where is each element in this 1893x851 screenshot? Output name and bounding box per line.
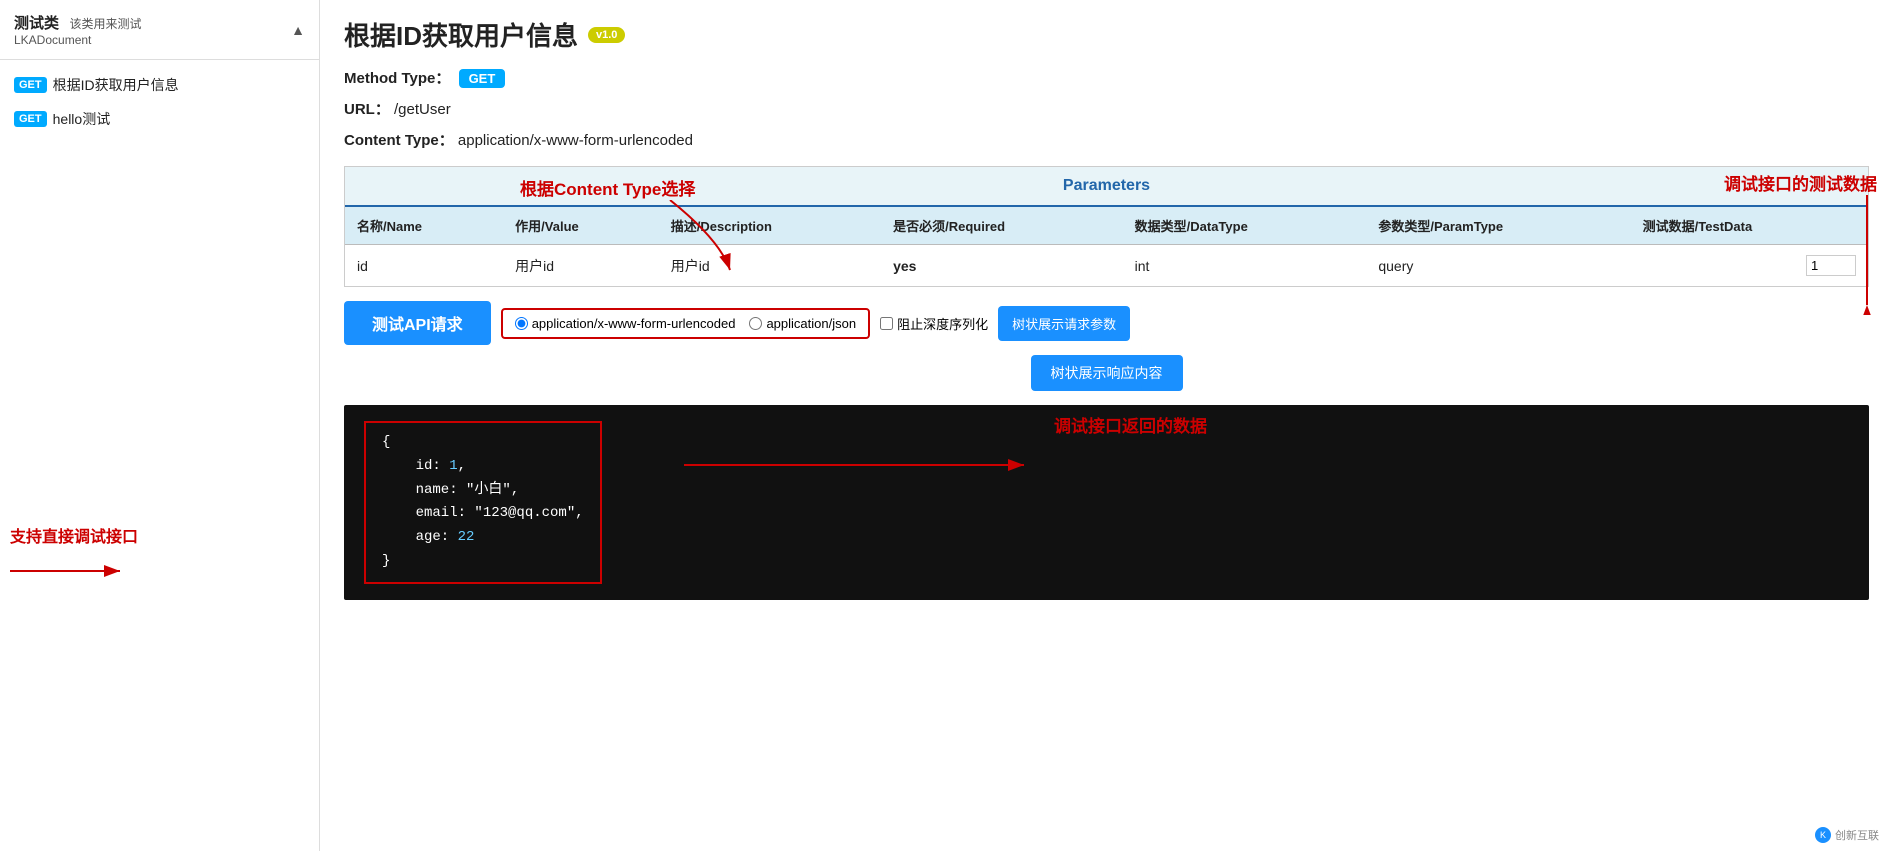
sidebar-header: 测试类 该类用来测试 LKADocument ▲ <box>0 0 319 60</box>
th-paramtype: 参数类型/ParamType <box>1366 207 1630 245</box>
action-row: 测试API请求 application/x-www-form-urlencode… <box>344 301 1869 345</box>
prevent-deep-serialize-input[interactable] <box>880 317 893 330</box>
prevent-deep-serialize-checkbox[interactable]: 阻止深度序列化 <box>880 314 988 333</box>
content-type-arrow-icon <box>520 200 740 280</box>
test-api-button[interactable]: 测试API请求 <box>344 301 491 345</box>
sidebar-arrow-icon <box>10 551 130 591</box>
sidebar-subtitle: 该类用来测试 <box>69 17 141 31</box>
json-box: { id: 1, name: "小白", email: "123@qq.com"… <box>364 421 602 584</box>
collapse-arrow-icon[interactable]: ▲ <box>291 22 305 38</box>
td-paramtype: query <box>1366 245 1630 287</box>
th-datatype: 数据类型/DataType <box>1123 207 1367 245</box>
annotation-response-data: 调试接口返回的数据 <box>1054 415 1207 444</box>
content-type-label: Content Type： <box>344 132 454 149</box>
watermark: K 创新互联 <box>1815 827 1879 843</box>
method-badge-get: GET <box>14 77 47 93</box>
content-type-value: application/x-www-form-urlencoded <box>458 132 693 149</box>
radio-urlencoded-label: application/x-www-form-urlencoded <box>532 316 736 331</box>
response-row: 树状展示响应内容 <box>344 355 1869 391</box>
page-title-row: 根据ID获取用户信息 v1.0 <box>344 16 1869 53</box>
td-name: id <box>345 245 503 287</box>
td-required: yes <box>881 245 1123 287</box>
radio-json-label: application/json <box>766 316 856 331</box>
radio-json[interactable]: application/json <box>749 316 856 331</box>
td-datatype: int <box>1123 245 1367 287</box>
method-type-label: Method Type： <box>344 70 450 87</box>
annotation-arrow-right-icon <box>1817 195 1877 315</box>
version-badge: v1.0 <box>588 27 625 43</box>
sidebar-item-label-hello: hello测试 <box>53 109 111 129</box>
content-type-radio-group: application/x-www-form-urlencoded applic… <box>501 308 870 339</box>
url-value: /getUser <box>394 101 451 118</box>
radio-json-input[interactable] <box>749 317 762 330</box>
sidebar-doc: LKADocument <box>14 33 141 47</box>
method-type-row: Method Type： GET <box>344 67 1869 88</box>
annotation-test-data: 调试接口的测试数据 <box>1724 170 1877 315</box>
sidebar: 测试类 该类用来测试 LKADocument ▲ GET 根据ID获取用户信息 … <box>0 0 320 851</box>
sidebar-class-title: 测试类 <box>14 15 59 32</box>
sidebar-annotation-text: 支持直接调试接口 <box>10 523 210 591</box>
prevent-deep-serialize-label: 阻止深度序列化 <box>897 314 988 333</box>
tree-request-btn[interactable]: 树状展示请求参数 <box>998 306 1130 341</box>
sidebar-item-label-get-user: 根据ID获取用户信息 <box>53 75 179 95</box>
sidebar-nav: GET 根据ID获取用户信息 GET hello测试 <box>0 60 319 144</box>
annotation-content-type: 根据Content Type选择 <box>520 175 740 280</box>
url-row: URL： /getUser <box>344 98 1869 119</box>
sidebar-item-get-user[interactable]: GET 根据ID获取用户信息 <box>0 68 319 102</box>
json-response-arrow-icon <box>684 435 1044 495</box>
sidebar-item-hello[interactable]: GET hello测试 <box>0 102 319 136</box>
json-output-panel: { id: 1, name: "小白", email: "123@qq.com"… <box>344 405 1869 600</box>
watermark-text: 创新互联 <box>1835 827 1879 843</box>
content-type-row: Content Type： application/x-www-form-url… <box>344 129 1869 150</box>
th-name: 名称/Name <box>345 207 503 245</box>
radio-urlencoded-input[interactable] <box>515 317 528 330</box>
tree-response-btn[interactable]: 树状展示响应内容 <box>1031 355 1183 391</box>
th-required: 是否必须/Required <box>881 207 1123 245</box>
method-chip: GET <box>459 69 506 88</box>
main-content: 调试接口的测试数据 根据ID获取用户信息 v1.0 Method Type： G… <box>320 0 1893 851</box>
method-badge-get-hello: GET <box>14 111 47 127</box>
radio-urlencoded[interactable]: application/x-www-form-urlencoded <box>515 316 736 331</box>
page-title: 根据ID获取用户信息 <box>344 16 578 53</box>
watermark-icon: K <box>1815 827 1831 843</box>
url-label: URL： <box>344 101 390 118</box>
